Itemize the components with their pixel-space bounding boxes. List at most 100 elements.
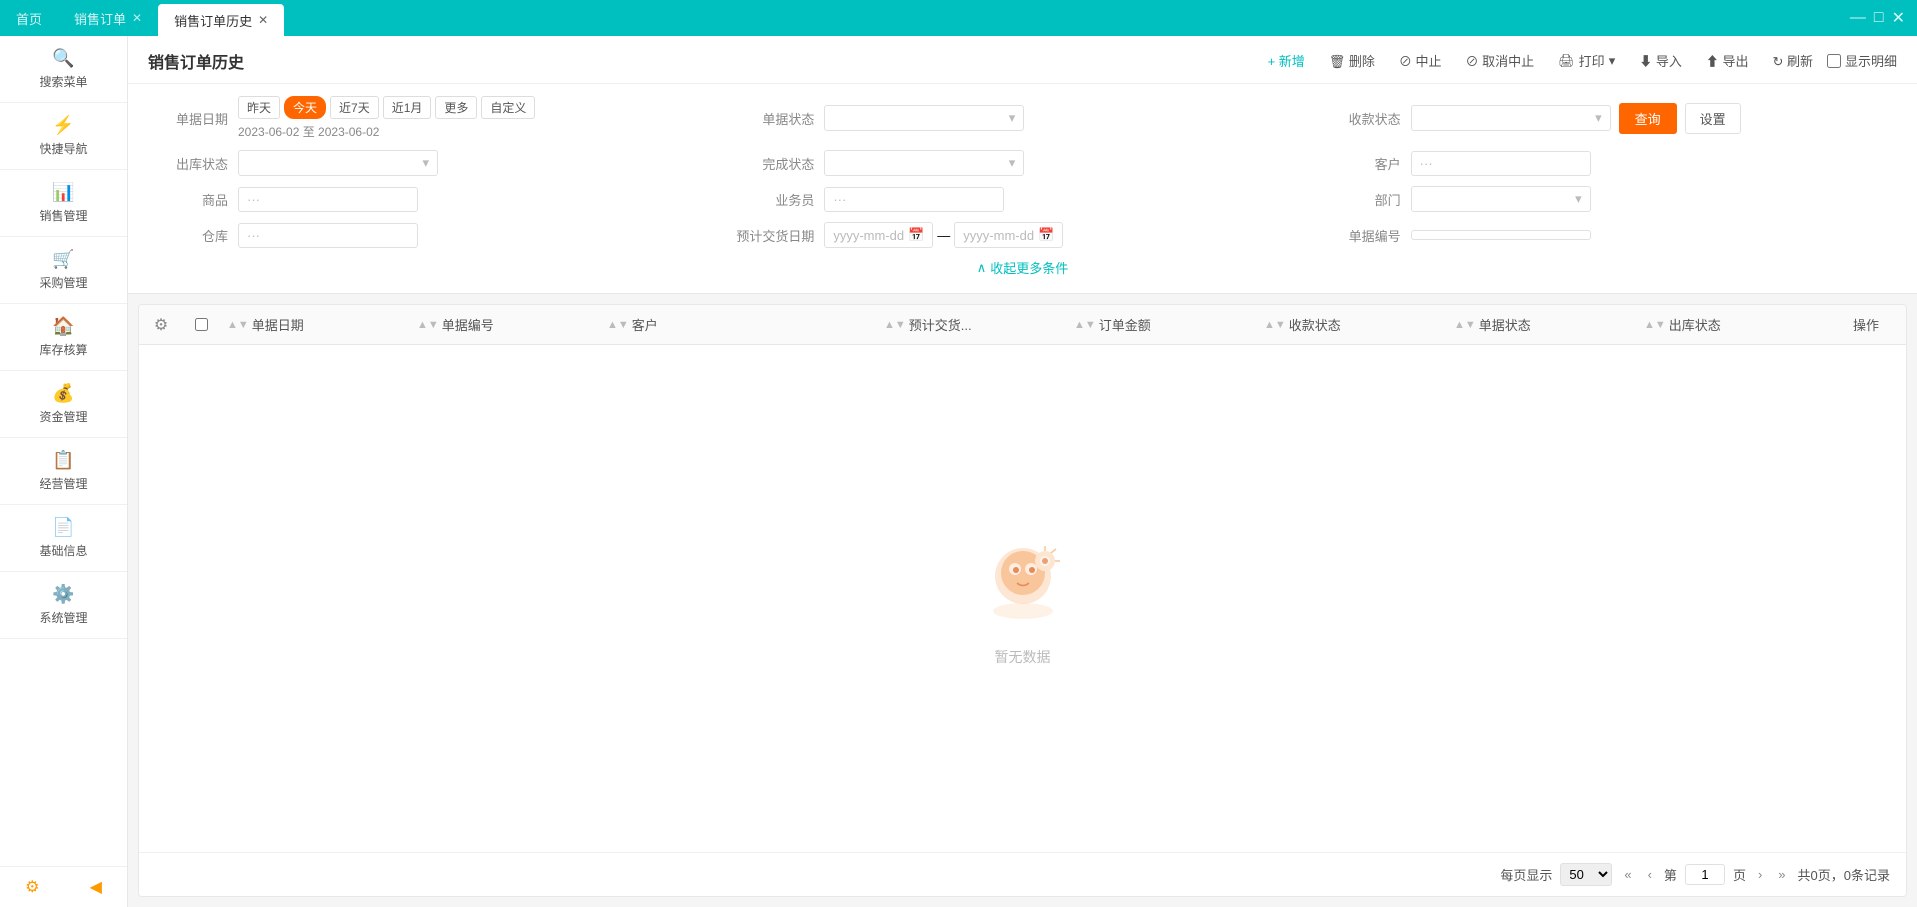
date-1month-btn[interactable]: 近1月	[383, 96, 432, 119]
th-out-status[interactable]: ▲▼ 出库状态	[1636, 315, 1826, 334]
warehouse-input[interactable]: ···	[238, 223, 418, 248]
export-button[interactable]: ⬆ 导出	[1696, 46, 1759, 75]
query-button[interactable]: 查询	[1619, 103, 1677, 134]
page-size-select[interactable]: 50 10 20 100	[1560, 863, 1612, 886]
setting-button[interactable]: 设置	[1685, 103, 1741, 134]
collapse-label: 收起更多条件	[990, 258, 1068, 277]
date-7days-btn[interactable]: 近7天	[330, 96, 379, 119]
customer-sort-icon: ▲▼	[607, 319, 629, 331]
select-all-checkbox-container[interactable]	[183, 318, 219, 331]
complete-status-label: 完成状态	[734, 154, 824, 173]
sales-mgmt-icon: 📊	[52, 182, 74, 203]
sidebar-settings-icon[interactable]: ⚙	[25, 877, 39, 897]
sidebar-item-quick-nav[interactable]: ⚡ 快捷导航	[0, 103, 127, 170]
empty-text: 暂无数据	[995, 647, 1051, 667]
maximize-icon[interactable]: □	[1874, 9, 1884, 27]
th-bill-no[interactable]: ▲▼ 单据编号	[409, 315, 599, 334]
delivery-date-end[interactable]: yyyy-mm-dd 📅	[954, 222, 1063, 248]
product-input[interactable]: ···	[238, 187, 418, 212]
print-button[interactable]: 🖨 打印 ▾	[1548, 46, 1625, 75]
tab-sales-order-label: 销售订单	[74, 9, 126, 28]
sidebar-item-stock-mgmt[interactable]: 🏠 库存核算	[0, 304, 127, 371]
department-select[interactable]: ▾	[1411, 186, 1591, 212]
collapse-button[interactable]: ∧ 收起更多条件	[148, 254, 1897, 281]
new-button[interactable]: + 新增	[1258, 46, 1315, 75]
page-number-input[interactable]	[1685, 864, 1725, 885]
salesperson-input[interactable]: ···	[824, 187, 1004, 212]
delivery-date-start[interactable]: yyyy-mm-dd 📅	[824, 222, 933, 248]
stop-button[interactable]: ⊘ 中止	[1389, 46, 1452, 75]
th-bill-status-label: 单据状态	[1479, 315, 1531, 334]
date-more-btn[interactable]: 更多	[435, 96, 477, 119]
date-label: 单据日期	[148, 109, 238, 128]
first-page-btn[interactable]: «	[1620, 865, 1635, 884]
minimize-icon[interactable]: —	[1850, 9, 1866, 27]
basic-info-icon: 📄	[52, 517, 74, 538]
department-label: 部门	[1321, 190, 1411, 209]
date-sort-icon: ▲▼	[227, 319, 249, 331]
filter-date: 单据日期 昨天 今天 近7天 近1月 更多 自定义 2023-06-02 至 2…	[148, 96, 724, 140]
date-yesterday-btn[interactable]: 昨天	[238, 96, 280, 119]
sidebar-collapse-icon[interactable]: ◀	[90, 877, 102, 897]
th-bill-status[interactable]: ▲▼ 单据状态	[1446, 315, 1636, 334]
bill-status-select[interactable]: ▾	[824, 105, 1024, 131]
sidebar: 🔍 搜索菜单 ⚡ 快捷导航 📊 销售管理 🛒 采购管理 🏠 库存核算 💰 资金管…	[0, 36, 128, 907]
sidebar-item-search-menu[interactable]: 🔍 搜索菜单	[0, 36, 127, 103]
th-delivery[interactable]: ▲▼ 预计交货...	[876, 315, 1066, 334]
sidebar-item-quick-nav-label: 快捷导航	[39, 140, 87, 157]
sidebar-item-basic-info[interactable]: 📄 基础信息	[0, 505, 127, 572]
filter-customer: 客户 ···	[1321, 150, 1897, 176]
sidebar-item-finance-mgmt[interactable]: 💰 资金管理	[0, 371, 127, 438]
last-page-btn[interactable]: »	[1774, 865, 1789, 884]
date-custom-btn[interactable]: 自定义	[481, 96, 535, 119]
tab-sales-order-close[interactable]: ✕	[132, 11, 142, 25]
th-payment-status[interactable]: ▲▼ 收款状态	[1256, 315, 1446, 334]
th-date[interactable]: ▲▼ 单据日期	[219, 315, 409, 334]
page-title: 销售订单历史	[148, 49, 244, 73]
out-status-select[interactable]: ▾	[238, 150, 438, 176]
stock-mgmt-icon: 🏠	[52, 316, 74, 337]
content-area: 销售订单历史 + 新增 🗑 删除 ⊘ 中止 ⊘ 取消中止 🖨 打印 ▾ ⬇ 导入…	[128, 36, 1917, 907]
th-date-label: 单据日期	[252, 315, 304, 334]
delivery-date-label: 预计交货日期	[734, 226, 824, 245]
tab-home[interactable]: 首页	[0, 0, 58, 36]
complete-status-select[interactable]: ▾	[824, 150, 1024, 176]
th-customer[interactable]: ▲▼ 客户	[599, 315, 876, 334]
tab-sales-order-history-close[interactable]: ✕	[258, 13, 268, 27]
filter-warehouse: 仓库 ···	[148, 222, 724, 248]
salesperson-label: 业务员	[734, 190, 824, 209]
date-today-btn[interactable]: 今天	[284, 96, 326, 119]
show-detail-checkbox[interactable]	[1827, 54, 1841, 68]
customer-input[interactable]: ···	[1411, 151, 1591, 176]
bill-sort-icon: ▲▼	[1454, 319, 1476, 331]
bill-no-input[interactable]	[1411, 230, 1591, 240]
tab-sales-order[interactable]: 销售订单 ✕	[58, 0, 158, 36]
sidebar-item-purchase-mgmt[interactable]: 🛒 采购管理	[0, 237, 127, 304]
payment-status-select[interactable]: ▾	[1411, 105, 1611, 131]
sidebar-item-sys-mgmt[interactable]: ⚙️ 系统管理	[0, 572, 127, 639]
sidebar-item-stock-mgmt-label: 库存核算	[39, 341, 87, 358]
th-amount[interactable]: ▲▼ 订单金额	[1066, 315, 1256, 334]
cancel-stop-button[interactable]: ⊘ 取消中止	[1456, 46, 1545, 75]
ops-mgmt-icon: 📋	[52, 450, 74, 471]
go-to-prefix: 第	[1664, 865, 1677, 884]
close-icon[interactable]: ✕	[1892, 8, 1905, 28]
tab-sales-order-history[interactable]: 销售订单历史 ✕	[158, 4, 284, 36]
date-separator: —	[937, 228, 950, 243]
product-label: 商品	[148, 190, 238, 209]
next-page-btn[interactable]: ›	[1754, 865, 1766, 884]
sidebar-item-ops-mgmt[interactable]: 📋 经营管理	[0, 438, 127, 505]
refresh-button[interactable]: ↻ 刷新	[1762, 46, 1823, 75]
show-detail-text: 显示明细	[1845, 51, 1897, 70]
column-settings-icon[interactable]: ⚙	[139, 315, 183, 335]
import-button[interactable]: ⬇ 导入	[1629, 46, 1692, 75]
select-all-checkbox[interactable]	[195, 318, 208, 331]
search-menu-icon: 🔍	[52, 48, 74, 69]
prev-page-btn[interactable]: ‹	[1644, 865, 1656, 884]
filter-bill-no: 单据编号	[1321, 222, 1897, 248]
tab-list: 首页 销售订单 ✕ 销售订单历史 ✕	[0, 0, 1838, 36]
delivery-date-end-value: yyyy-mm-dd	[963, 228, 1034, 243]
delete-button[interactable]: 🗑 删除	[1319, 46, 1385, 75]
sidebar-item-sales-mgmt[interactable]: 📊 销售管理	[0, 170, 127, 237]
bill-no-label: 单据编号	[1321, 226, 1411, 245]
